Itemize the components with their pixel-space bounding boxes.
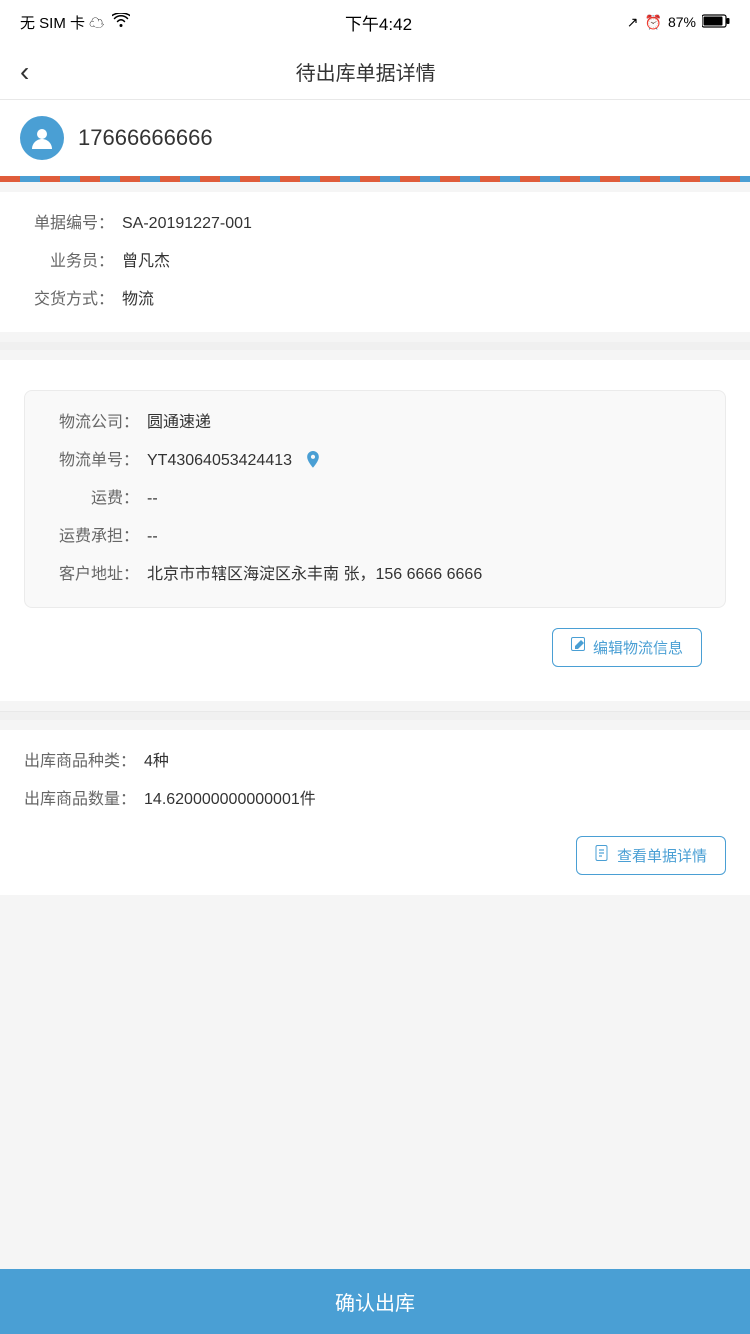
battery-icon [702, 14, 730, 31]
status-left: 无 SIM 卡 ☁ [20, 12, 130, 33]
delivery-method-row: 交货方式： 物流 [24, 288, 726, 312]
status-bar: 无 SIM 卡 ☁ 下午4:42 ↗ ⏰ 87% [0, 0, 750, 44]
edit-logistics-button[interactable]: 编辑物流信息 [552, 628, 702, 667]
logistics-section: 物流公司： 圆通速递 物流单号： YT43064053424413 运费： --… [0, 360, 750, 701]
freight-bearer-row: 运费承担： -- [49, 525, 701, 549]
logistics-company-label: 物流公司： [49, 411, 139, 435]
battery-text: 87% [668, 14, 696, 30]
alarm-icon: ⏰ [645, 14, 662, 31]
bottom-spacer [0, 905, 750, 1085]
goods-quantity-row: 出库商品数量： 14.620000000000001件 [24, 788, 726, 812]
freight-bearer-value: -- [147, 525, 701, 549]
tracking-no-label: 物流单号： [49, 449, 139, 473]
document-no-value: SA-20191227-001 [122, 212, 726, 236]
basic-info-section: 单据编号： SA-20191227-001 业务员： 曾凡杰 交货方式： 物流 [0, 192, 750, 332]
customer-phone: 17666666666 [78, 125, 213, 151]
edit-icon [571, 637, 587, 658]
salesperson-value: 曾凡杰 [122, 250, 726, 274]
tracking-no-row: 物流单号： YT43064053424413 [49, 449, 701, 473]
document-no-label: 单据编号： [24, 212, 114, 236]
delivery-method-label: 交货方式： [24, 288, 114, 312]
view-detail-area: 查看单据详情 [24, 826, 726, 875]
section-separator-2 [0, 712, 750, 720]
goods-quantity-label: 出库商品数量： [24, 788, 136, 812]
freight-row: 运费： -- [49, 487, 701, 511]
page-title: 待出库单据详情 [45, 57, 686, 86]
edit-logistics-label: 编辑物流信息 [593, 637, 683, 658]
wifi-icon [112, 13, 130, 31]
address-label: 客户地址： [49, 563, 139, 587]
edit-logistics-area: 编辑物流信息 [24, 618, 726, 681]
logistics-company-value: 圆通速递 [147, 411, 701, 435]
tracking-location-icon[interactable] [302, 450, 324, 472]
logistics-card: 物流公司： 圆通速递 物流单号： YT43064053424413 运费： --… [24, 390, 726, 608]
section-separator-1 [0, 342, 750, 350]
goods-types-label: 出库商品种类： [24, 750, 136, 774]
document-icon [595, 845, 611, 866]
logistics-company-row: 物流公司： 圆通速递 [49, 411, 701, 435]
sim-text: 无 SIM 卡 ☁ [20, 12, 104, 33]
address-row: 客户地址： 北京市市辖区海淀区永丰南 张，156 6666 6666 [49, 563, 701, 587]
dashed-divider [0, 176, 750, 182]
delivery-method-value: 物流 [122, 288, 726, 312]
back-button[interactable]: ‹ [20, 56, 29, 88]
view-detail-button[interactable]: 查看单据详情 [576, 836, 726, 875]
goods-types-row: 出库商品种类： 4种 [24, 750, 726, 774]
confirm-button-label: 确认出库 [335, 1293, 415, 1315]
goods-types-value: 4种 [144, 750, 726, 774]
location-status-icon: ↗ [627, 14, 639, 31]
salesperson-row: 业务员： 曾凡杰 [24, 250, 726, 274]
address-value: 北京市市辖区海淀区永丰南 张，156 6666 6666 [147, 563, 701, 587]
goods-section: 出库商品种类： 4种 出库商品数量： 14.620000000000001件 查… [0, 730, 750, 895]
goods-quantity-value: 14.620000000000001件 [144, 788, 726, 812]
nav-bar: ‹ 待出库单据详情 [0, 44, 750, 100]
freight-bearer-label: 运费承担： [49, 525, 139, 549]
avatar [20, 116, 64, 160]
tracking-no-value: YT43064053424413 [147, 449, 701, 473]
salesperson-label: 业务员： [24, 250, 114, 274]
view-detail-label: 查看单据详情 [617, 845, 707, 866]
status-right: ↗ ⏰ 87% [627, 14, 730, 31]
freight-label: 运费： [49, 487, 139, 511]
confirm-button-container[interactable]: 确认出库 [0, 1269, 750, 1334]
status-time: 下午4:42 [345, 10, 412, 35]
customer-header: 17666666666 [0, 100, 750, 176]
freight-value: -- [147, 487, 701, 511]
document-no-row: 单据编号： SA-20191227-001 [24, 212, 726, 236]
